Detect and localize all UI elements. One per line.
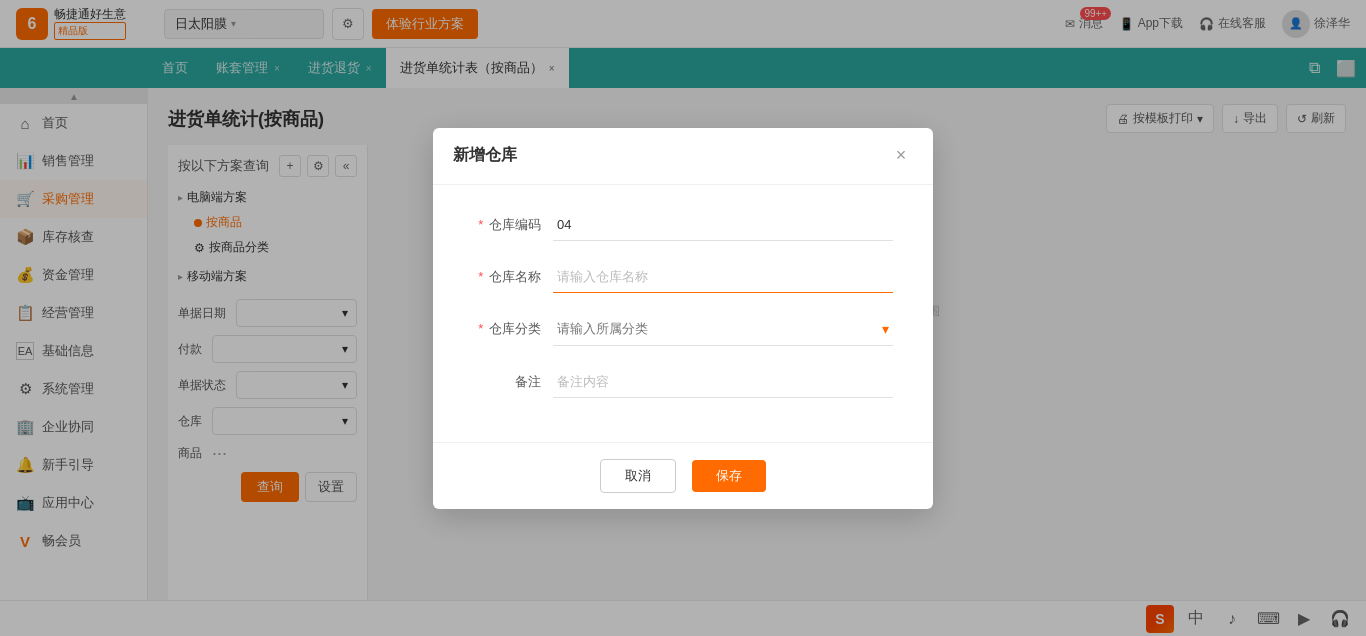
name-input[interactable] <box>553 261 893 293</box>
name-label: * 仓库名称 <box>473 268 553 286</box>
dialog-footer: 取消 保存 <box>433 442 933 509</box>
dialog-header: 新增仓库 × <box>433 128 933 185</box>
form-item-remark: 备注 <box>473 366 893 398</box>
form-item-category: * 仓库分类 ▾ <box>473 313 893 346</box>
dialog-title: 新增仓库 <box>453 145 517 166</box>
add-warehouse-dialog: 新增仓库 × * 仓库编码 * 仓库名称 <box>433 128 933 509</box>
cancel-button[interactable]: 取消 <box>600 459 676 493</box>
category-select-wrap: ▾ <box>553 313 893 346</box>
dialog-close-button[interactable]: × <box>889 144 913 168</box>
remark-input[interactable] <box>553 366 893 398</box>
category-label: * 仓库分类 <box>473 320 553 338</box>
dialog-body: * 仓库编码 * 仓库名称 * 仓库分类 <box>433 185 933 442</box>
code-label: * 仓库编码 <box>473 216 553 234</box>
modal-overlay[interactable]: 新增仓库 × * 仓库编码 * 仓库名称 <box>0 0 1366 636</box>
form-item-code: * 仓库编码 <box>473 209 893 241</box>
category-input[interactable] <box>553 313 878 345</box>
category-dropdown-icon[interactable]: ▾ <box>878 321 893 337</box>
code-input[interactable] <box>553 209 893 241</box>
remark-label: 备注 <box>473 373 553 391</box>
form-item-name: * 仓库名称 <box>473 261 893 293</box>
save-button[interactable]: 保存 <box>692 460 766 492</box>
